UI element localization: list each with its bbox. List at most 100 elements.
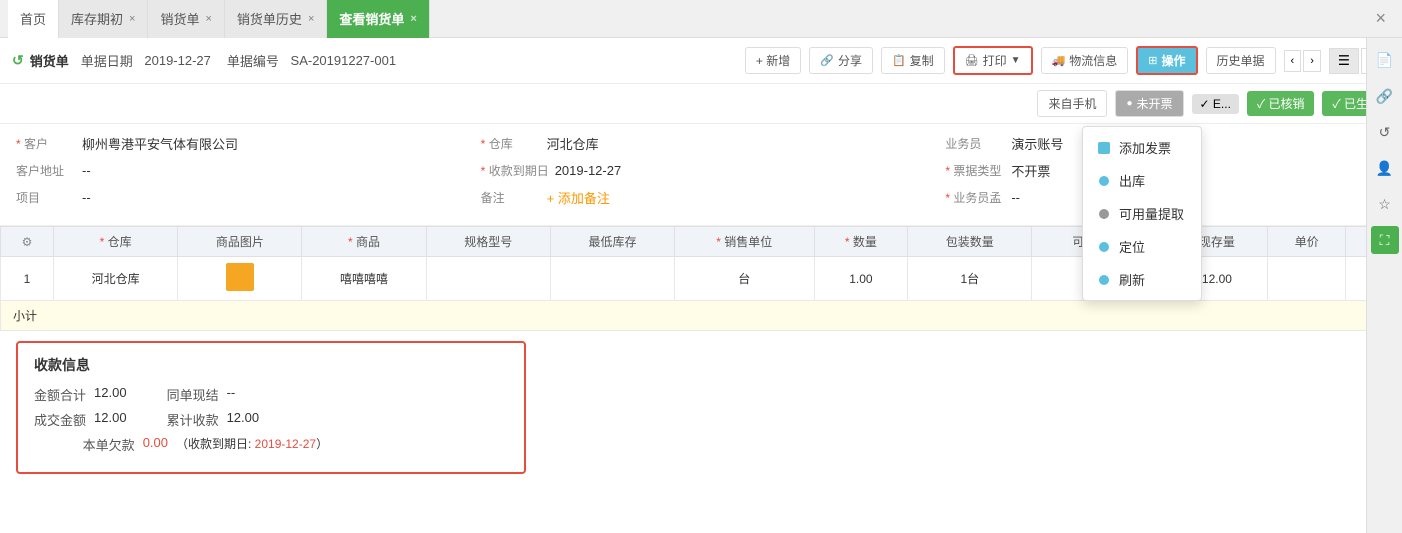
main-content: ↺ 销货单 单据日期 2019-12-27 单据编号 SA-20191227-0… bbox=[0, 38, 1402, 533]
warehouse-field: 仓库 河北仓库 bbox=[481, 134, 922, 153]
share-button[interactable]: 🔗 分享 bbox=[809, 47, 873, 74]
tab-history-close[interactable]: × bbox=[308, 13, 314, 25]
address-field: 客户地址 -- bbox=[16, 162, 457, 179]
total-amount-value: 12.00 bbox=[94, 385, 127, 404]
available-qty-icon bbox=[1097, 207, 1111, 221]
total-amount-label: 金额合计 bbox=[34, 385, 86, 404]
payment-section: 收款信息 金额合计 12.00 同单现结 -- 成交金额 12.00 累计收款 bbox=[16, 341, 526, 474]
deal-amount-label: 成交金额 bbox=[34, 410, 86, 429]
warehouse-value: 河北仓库 bbox=[547, 134, 599, 153]
project-field: 项目 -- bbox=[16, 189, 457, 206]
payment-row-1: 金额合计 12.00 同单现结 -- bbox=[34, 385, 508, 404]
tab-view-sales-close[interactable]: × bbox=[410, 13, 416, 25]
cell-quantity: 1.00 bbox=[814, 257, 908, 301]
prev-doc-button[interactable]: ‹ bbox=[1284, 50, 1302, 72]
panel-sync-icon[interactable]: ↺ bbox=[1371, 118, 1399, 146]
tab-bar: 首页 库存期初 × 销货单 × 销货单历史 × 查看销货单 × × bbox=[0, 0, 1402, 38]
stock-out-icon bbox=[1097, 174, 1111, 188]
add-remark-button[interactable]: + 添加备注 bbox=[547, 188, 610, 207]
dropdown-stock-out[interactable]: 出库 bbox=[1083, 164, 1201, 197]
customer-value: 柳州粤港平安气体有限公司 bbox=[82, 134, 238, 153]
panel-user-icon[interactable]: 👤 bbox=[1371, 154, 1399, 182]
subtotal-label: 小计 bbox=[1, 301, 1402, 331]
owed-note: （收款到期日: 2019-12-27） bbox=[176, 435, 328, 454]
panel-doc-icon[interactable]: 📄 bbox=[1371, 46, 1399, 74]
list-view-button[interactable]: ☰ bbox=[1329, 48, 1359, 74]
doc-type-label: 销货单 bbox=[30, 51, 69, 70]
dropdown-refresh[interactable]: 刷新 bbox=[1083, 263, 1201, 296]
from-mobile-button[interactable]: 来自手机 bbox=[1037, 90, 1107, 117]
dropdown-locate[interactable]: 定位 bbox=[1083, 230, 1201, 263]
project-value: -- bbox=[82, 190, 91, 205]
col-product: * 商品 bbox=[302, 227, 426, 257]
doc-meta: 单据日期 2019-12-27 单据编号 SA-20191227-001 bbox=[81, 51, 396, 70]
col-product-img: 商品图片 bbox=[178, 227, 302, 257]
same-settle-label: 同单现结 bbox=[167, 385, 219, 404]
refresh-label: 刷新 bbox=[1119, 270, 1145, 289]
payment-total-amount: 金额合计 12.00 bbox=[34, 385, 127, 404]
tab-history[interactable]: 销货单历史 × bbox=[225, 0, 327, 38]
deal-amount-value: 12.00 bbox=[94, 410, 127, 429]
settings-icon[interactable]: ⚙ bbox=[22, 235, 33, 249]
owed-value: 0.00 bbox=[143, 435, 168, 454]
refresh-icon bbox=[1097, 273, 1111, 287]
locate-icon bbox=[1097, 240, 1111, 254]
cell-product-img bbox=[178, 257, 302, 301]
available-qty-label: 可用量提取 bbox=[1119, 204, 1184, 223]
cumulative-value: 12.00 bbox=[227, 410, 260, 429]
history-docs-button[interactable]: 历史单据 bbox=[1206, 47, 1276, 74]
owed-label: 本单欠款 bbox=[83, 435, 135, 454]
remark-field: 备注 + 添加备注 bbox=[481, 188, 922, 207]
ticket-type-value: 不开票 bbox=[1011, 161, 1050, 180]
cell-product: 嘻嘻嘻嘻 bbox=[302, 257, 426, 301]
business-label: 业务员孟 bbox=[945, 189, 1005, 206]
col-min-stock: 最低库存 bbox=[550, 227, 674, 257]
tab-sales[interactable]: 销货单 × bbox=[148, 0, 224, 38]
dropdown-available-qty[interactable]: 可用量提取 bbox=[1083, 197, 1201, 230]
same-settle-value: -- bbox=[227, 385, 236, 404]
add-invoice-label: 添加发票 bbox=[1119, 138, 1171, 157]
doc-actions: + 新增 🔗 分享 📋 复制 🖨 打印 ▼ 🚚 物流信息 bbox=[745, 46, 1390, 75]
panel-star-icon[interactable]: ☆ bbox=[1371, 190, 1399, 218]
cumulative-label: 累计收款 bbox=[167, 410, 219, 429]
doc-icon: ↺ bbox=[12, 52, 24, 69]
add-remark-icon: + bbox=[547, 191, 555, 206]
operations-button[interactable]: ⊞ 操作 bbox=[1136, 46, 1197, 75]
tab-sales-close[interactable]: × bbox=[205, 13, 211, 25]
dropdown-add-invoice[interactable]: 添加发票 bbox=[1083, 131, 1201, 164]
print-dropdown-arrow: ▼ bbox=[1011, 55, 1021, 66]
cell-unit: 台 bbox=[675, 257, 815, 301]
logistics-button[interactable]: 🚚 物流信息 bbox=[1041, 47, 1129, 74]
doc-date-value: 2019-12-27 bbox=[144, 53, 211, 68]
tab-home[interactable]: 首页 bbox=[8, 0, 59, 38]
tab-inventory-close[interactable]: × bbox=[129, 13, 135, 25]
customer-label: 客户 bbox=[16, 135, 76, 152]
col-package-qty: 包装数量 bbox=[908, 227, 1032, 257]
tab-view-sales[interactable]: 查看销货单 × bbox=[327, 0, 429, 38]
payment-date-field: 收款到期日 2019-12-27 bbox=[481, 162, 922, 179]
warehouse-label: 仓库 bbox=[481, 135, 541, 152]
checked-badge[interactable]: ✓ 已核销 bbox=[1247, 91, 1315, 116]
customer-field: 客户 柳州粤港平安气体有限公司 bbox=[16, 134, 457, 153]
nav-arrows: ‹ › bbox=[1284, 50, 1321, 72]
confirm-button[interactable]: ✓ E... bbox=[1192, 94, 1239, 114]
panel-link-icon[interactable]: 🔗 bbox=[1371, 82, 1399, 110]
col-warehouse: * 仓库 bbox=[54, 227, 178, 257]
col-unit-price: 单价 bbox=[1268, 227, 1346, 257]
next-doc-button[interactable]: › bbox=[1303, 50, 1321, 72]
not-open-badge[interactable]: ● 未开票 bbox=[1115, 90, 1183, 117]
add-invoice-icon bbox=[1097, 141, 1111, 155]
col-settings: ⚙ bbox=[1, 227, 54, 257]
ops-icon: ⊞ bbox=[1148, 54, 1157, 67]
new-button[interactable]: + 新增 bbox=[745, 47, 801, 74]
copy-button[interactable]: 📋 复制 bbox=[881, 47, 945, 74]
cell-no: 1 bbox=[1, 257, 54, 301]
tab-inventory[interactable]: 库存期初 × bbox=[59, 0, 148, 38]
payment-row-2: 成交金额 12.00 累计收款 12.00 bbox=[34, 410, 508, 429]
global-close-button[interactable]: × bbox=[1367, 8, 1394, 29]
panel-expand-icon[interactable]: ⛶ bbox=[1371, 226, 1399, 254]
employee-label: 业务员 bbox=[945, 135, 1005, 152]
print-button[interactable]: 🖨 打印 ▼ bbox=[953, 46, 1033, 75]
payment-deal-amount: 成交金额 12.00 bbox=[34, 410, 127, 429]
doc-header: ↺ 销货单 单据日期 2019-12-27 单据编号 SA-20191227-0… bbox=[0, 38, 1402, 84]
